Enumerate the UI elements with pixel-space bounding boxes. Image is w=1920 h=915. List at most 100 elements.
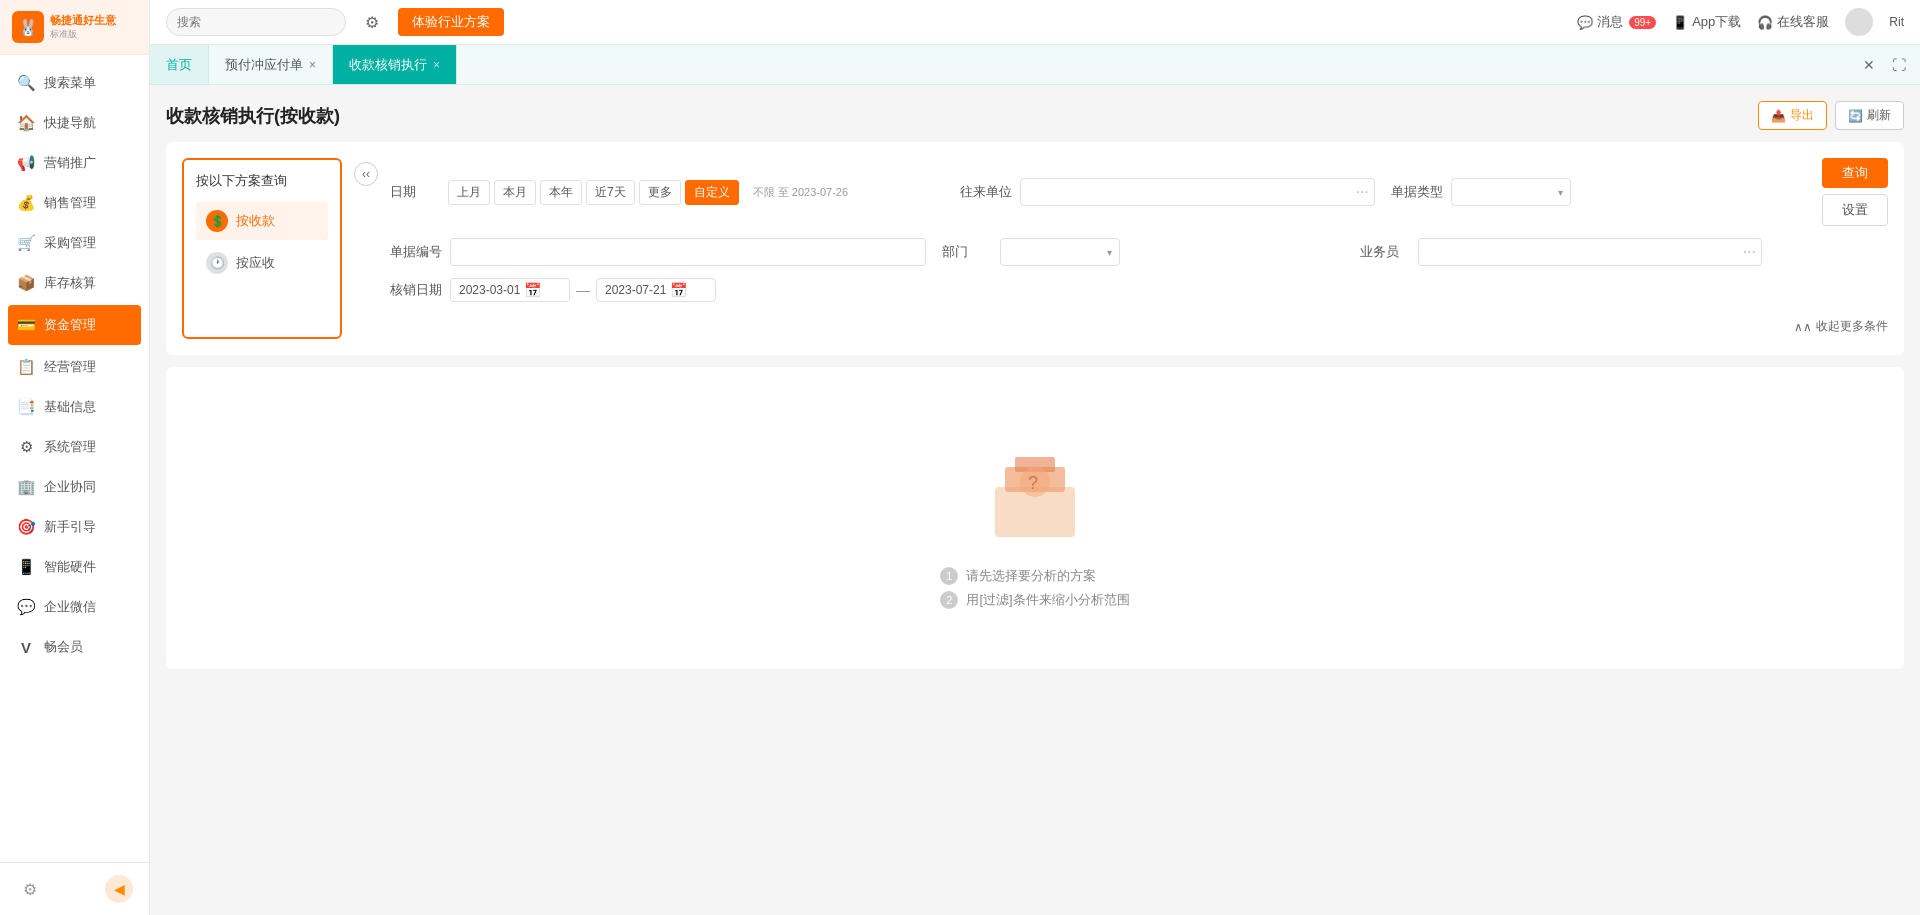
settings-button[interactable]: 设置 (1822, 194, 1888, 226)
header-gear-icon[interactable]: ⚙ (358, 8, 386, 36)
sidebar-item-sales[interactable]: 💰 销售管理 (0, 183, 149, 223)
calendar-start-icon[interactable]: 📅 (524, 282, 541, 298)
doc-type-label: 单据类型 (1391, 183, 1443, 201)
member-icon: V (16, 637, 36, 657)
header-left: ⚙ 体验行业方案 (166, 8, 504, 36)
check-date-start: 2023-03-01 (459, 283, 520, 297)
app-logo: 🐰 畅捷通好生意 标准版 (0, 0, 149, 55)
date-btn-7days[interactable]: 近7天 (586, 180, 635, 205)
date-btn-last-month[interactable]: 上月 (448, 180, 490, 205)
filter-group-check-date: 核销日期 2023-03-01 📅 — 2023-07-21 📅 (390, 278, 932, 302)
message-icon: 💬 (1577, 15, 1593, 30)
sidebar-item-enterprise[interactable]: 🏢 企业协同 (0, 467, 149, 507)
settings-icon[interactable]: ⚙ (16, 875, 44, 903)
dept-select-wrapper (1000, 238, 1120, 266)
refresh-button[interactable]: 🔄 刷新 (1835, 101, 1904, 130)
sidebar-item-quicknav[interactable]: 🏠 快捷导航 (0, 103, 149, 143)
doc-icon: 📑 (16, 397, 36, 417)
sidebar-item-inventory[interactable]: 📦 库存核算 (0, 263, 149, 303)
sidebar-item-funds[interactable]: 💳 资金管理 (8, 305, 141, 345)
message-button[interactable]: 💬 消息 99+ (1577, 13, 1656, 31)
filter-collapse-icon[interactable]: ‹‹ (354, 162, 378, 186)
empty-illustration: ? (975, 427, 1095, 547)
sidebar-item-wechat[interactable]: 💬 企业微信 (0, 587, 149, 627)
dept-label: 部门 (942, 243, 992, 261)
prepay-tab-close[interactable]: × (309, 58, 316, 72)
date-btn-this-year[interactable]: 本年 (540, 180, 582, 205)
sidebar-item-purchase[interactable]: 🛒 采购管理 (0, 223, 149, 263)
industry-solution-button[interactable]: 体验行业方案 (398, 8, 504, 36)
date-range-separator: — (576, 282, 590, 298)
tab-fullscreen-btn[interactable]: ⛶ (1886, 52, 1912, 78)
page-header-actions: 📤 导出 🔄 刷新 (1758, 101, 1904, 130)
home-icon: 🏠 (16, 113, 36, 133)
clipboard-icon: 📋 (16, 357, 36, 377)
sidebar-item-search[interactable]: 🔍 搜索菜单 (0, 63, 149, 103)
doc-no-input[interactable] (450, 238, 926, 266)
tab-close-btn[interactable]: ✕ (1856, 52, 1882, 78)
tab-prepay[interactable]: 预付冲应付单 × (209, 45, 333, 84)
sidebar-item-system[interactable]: ⚙ 系统管理 (0, 427, 149, 467)
filter-option-by-receipt[interactable]: 💲 按收款 (196, 202, 328, 240)
filter-group-doc-type: 单据类型 (1391, 178, 1806, 206)
svg-text:?: ? (1028, 473, 1038, 493)
tab-bar: 首页 预付冲应付单 × 收款核销执行 × ✕ ⛶ (150, 45, 1920, 85)
doc-no-input-wrapper (450, 238, 926, 266)
sidebar-item-member[interactable]: V 畅会员 (0, 627, 149, 667)
filter-group-dept: 部门 (942, 238, 1344, 266)
main-area: ⚙ 体验行业方案 💬 消息 99+ 📱 App下载 🎧 在线客服 Rit 首页 (150, 0, 1920, 915)
receivable-option-icon: 🕐 (206, 252, 228, 274)
empty-tips: 1 请先选择要分析的方案 2 用[过滤]条件来缩小分析范围 (940, 567, 1129, 609)
sidebar-item-management[interactable]: 📋 经营管理 (0, 347, 149, 387)
filter-left-panel: 按以下方案查询 💲 按收款 🕐 按应收 (182, 158, 342, 339)
sidebar-item-basic-info[interactable]: 📑 基础信息 (0, 387, 149, 427)
date-btn-custom[interactable]: 自定义 (685, 180, 739, 205)
date-quick-buttons: 上月 本月 本年 近7天 更多 自定义 (448, 180, 739, 205)
user-avatar[interactable] (1845, 8, 1873, 36)
from-unit-dots-icon[interactable]: ··· (1355, 183, 1368, 201)
check-date-end-box: 2023-07-21 📅 (596, 278, 716, 302)
sidebar-item-hardware[interactable]: 📱 智能硬件 (0, 547, 149, 587)
from-unit-label: 往来单位 (960, 183, 1012, 201)
megaphone-icon: 📢 (16, 153, 36, 173)
staff-dots-icon[interactable]: ··· (1743, 243, 1756, 261)
check-date-range: 2023-03-01 📅 — 2023-07-21 📅 (450, 278, 716, 302)
doc-type-select[interactable] (1451, 178, 1571, 206)
tab-home[interactable]: 首页 (150, 45, 209, 84)
collapse-sidebar-btn[interactable]: ◀ (105, 875, 133, 903)
top-header: ⚙ 体验行业方案 💬 消息 99+ 📱 App下载 🎧 在线客服 Rit (150, 0, 1920, 45)
receipt-option-icon: 💲 (206, 210, 228, 232)
sidebar-bottom: ⚙ ◀ (0, 862, 149, 915)
building-icon: 🏢 (16, 477, 36, 497)
download-icon: 📱 (1672, 15, 1688, 30)
online-service-button[interactable]: 🎧 在线客服 (1757, 13, 1829, 31)
sidebar-item-marketing[interactable]: 📢 营销推广 (0, 143, 149, 183)
guide-icon: 🎯 (16, 517, 36, 537)
staff-input[interactable] (1418, 238, 1762, 266)
message-badge: 99+ (1629, 16, 1656, 29)
header-search-input[interactable] (166, 8, 346, 36)
date-btn-more[interactable]: 更多 (639, 180, 681, 205)
query-button[interactable]: 查询 (1822, 158, 1888, 188)
empty-tip-1: 1 请先选择要分析的方案 (940, 567, 1129, 585)
filter-row-3: 核销日期 2023-03-01 📅 — 2023-07-21 📅 (390, 278, 1888, 302)
from-unit-input[interactable] (1020, 178, 1375, 206)
tab-receipt-writeoff[interactable]: 收款核销执行 × (333, 45, 457, 84)
export-button[interactable]: 📤 导出 (1758, 101, 1827, 130)
collapse-more-button[interactable]: ∧∧ 收起更多条件 (390, 314, 1888, 339)
page-title: 收款核销执行(按收款) (166, 104, 340, 128)
sidebar-item-guide[interactable]: 🎯 新手引导 (0, 507, 149, 547)
cart-icon: 🛒 (16, 233, 36, 253)
filter-rows: 日期 上月 本月 本年 近7天 更多 自定义 不限 至 2023-07-26 往… (390, 158, 1888, 339)
date-label: 日期 (390, 183, 440, 201)
logo-text: 畅捷通好生意 标准版 (50, 13, 116, 41)
filter-option-by-receivable[interactable]: 🕐 按应收 (196, 244, 328, 282)
app-download-button[interactable]: 📱 App下载 (1672, 13, 1741, 31)
receipt-tab-close[interactable]: × (433, 58, 440, 72)
query-buttons: 查询 设置 (1822, 158, 1888, 226)
dept-select[interactable] (1000, 238, 1120, 266)
filter-group-from-unit: 往来单位 ··· (960, 178, 1375, 206)
calendar-end-icon[interactable]: 📅 (670, 282, 687, 298)
date-btn-this-month[interactable]: 本月 (494, 180, 536, 205)
check-date-start-box: 2023-03-01 📅 (450, 278, 570, 302)
